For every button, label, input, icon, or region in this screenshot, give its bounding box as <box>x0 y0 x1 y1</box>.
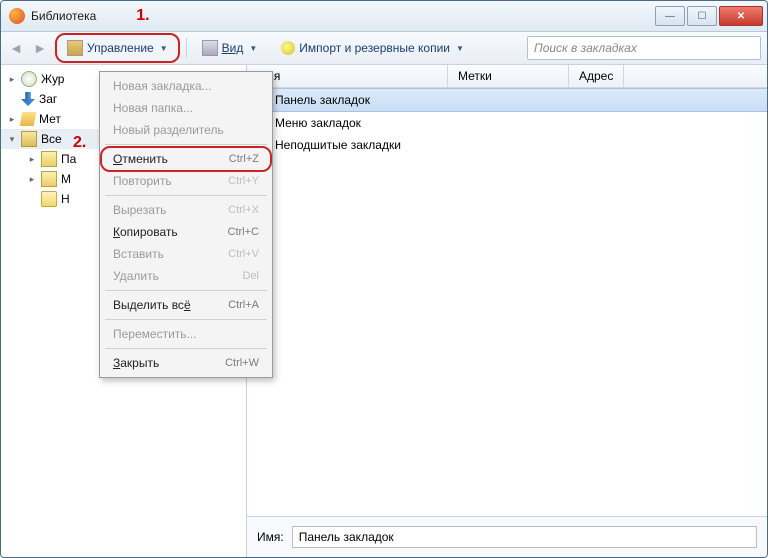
menu-select-all[interactable]: Выделить всёCtrl+A <box>103 294 269 316</box>
annotation-2: 2. <box>73 134 86 152</box>
list-item[interactable]: Меню закладок <box>247 112 767 134</box>
menu-new-bookmark[interactable]: Новая закладка... <box>103 75 269 97</box>
chevron-down-icon: ▼ <box>249 44 257 53</box>
library-window: Библиотека 1. — ☐ ✕ ◄ ► Управление ▼ Вид… <box>0 0 768 558</box>
bookmarks-icon <box>21 131 37 147</box>
menu-separator <box>105 144 267 145</box>
bookmark-list[interactable]: Панель закладок Меню закладок Неподшитые… <box>247 88 767 516</box>
window-title: Библиотека <box>31 9 96 23</box>
menu-new-separator[interactable]: Новый разделитель <box>103 119 269 141</box>
view-button[interactable]: Вид ▼ <box>193 35 267 61</box>
chevron-down-icon: ▼ <box>160 44 168 53</box>
main-panel: Имя Метки Адрес Панель закладок Меню зак… <box>247 65 767 557</box>
forward-button[interactable]: ► <box>31 39 49 57</box>
menu-undo[interactable]: ОтменитьCtrl+Z <box>103 148 269 170</box>
minimize-button[interactable]: — <box>655 6 685 26</box>
menu-new-folder[interactable]: Новая папка... <box>103 97 269 119</box>
menu-move[interactable]: Переместить... <box>103 323 269 345</box>
firefox-icon <box>9 8 25 24</box>
list-item[interactable]: Неподшитые закладки <box>247 134 767 156</box>
star-icon <box>281 41 295 55</box>
menu-close[interactable]: ЗакрытьCtrl+W <box>103 352 269 374</box>
col-address[interactable]: Адрес <box>569 65 624 87</box>
details-name-label: Имя: <box>257 530 284 544</box>
close-button[interactable]: ✕ <box>719 6 763 26</box>
menu-paste[interactable]: ВставитьCtrl+V <box>103 243 269 265</box>
import-label: Импорт и резервные копии <box>299 41 450 55</box>
import-button[interactable]: Импорт и резервные копии ▼ <box>272 35 473 61</box>
toolbar-separator <box>186 38 187 58</box>
menu-delete[interactable]: УдалитьDel <box>103 265 269 287</box>
details-pane: Имя: <box>247 516 767 557</box>
unfiled-icon <box>41 191 57 207</box>
tags-icon <box>20 112 36 126</box>
manage-icon <box>67 40 83 56</box>
chevron-down-icon: ▼ <box>456 44 464 53</box>
menu-separator <box>105 348 267 349</box>
download-icon <box>21 92 35 106</box>
search-placeholder: Поиск в закладках <box>534 41 637 55</box>
col-name[interactable]: Имя <box>247 65 448 87</box>
menu-separator <box>105 290 267 291</box>
view-icon <box>202 40 218 56</box>
toolbar: ◄ ► Управление ▼ Вид ▼ Импорт и резервны… <box>1 32 767 65</box>
clock-icon <box>21 71 37 87</box>
list-item[interactable]: Панель закладок <box>247 88 767 112</box>
folder-icon <box>41 171 57 187</box>
details-name-input[interactable] <box>292 526 757 548</box>
annotation-1: 1. <box>136 7 149 25</box>
manage-button[interactable]: Управление ▼ <box>55 33 180 63</box>
view-label: Вид <box>222 41 244 55</box>
back-button[interactable]: ◄ <box>7 39 25 57</box>
menu-redo[interactable]: ПовторитьCtrl+Y <box>103 170 269 192</box>
folder-icon <box>41 151 57 167</box>
manage-dropdown-menu: Новая закладка... Новая папка... Новый р… <box>99 71 273 378</box>
search-input[interactable]: Поиск в закладках <box>527 36 761 60</box>
menu-cut[interactable]: ВырезатьCtrl+X <box>103 199 269 221</box>
maximize-button[interactable]: ☐ <box>687 6 717 26</box>
manage-label: Управление <box>87 41 154 55</box>
column-headers[interactable]: Имя Метки Адрес <box>247 65 767 88</box>
menu-separator <box>105 319 267 320</box>
menu-copy[interactable]: КопироватьCtrl+C <box>103 221 269 243</box>
col-tags[interactable]: Метки <box>448 65 569 87</box>
titlebar[interactable]: Библиотека 1. — ☐ ✕ <box>1 1 767 32</box>
menu-separator <box>105 195 267 196</box>
